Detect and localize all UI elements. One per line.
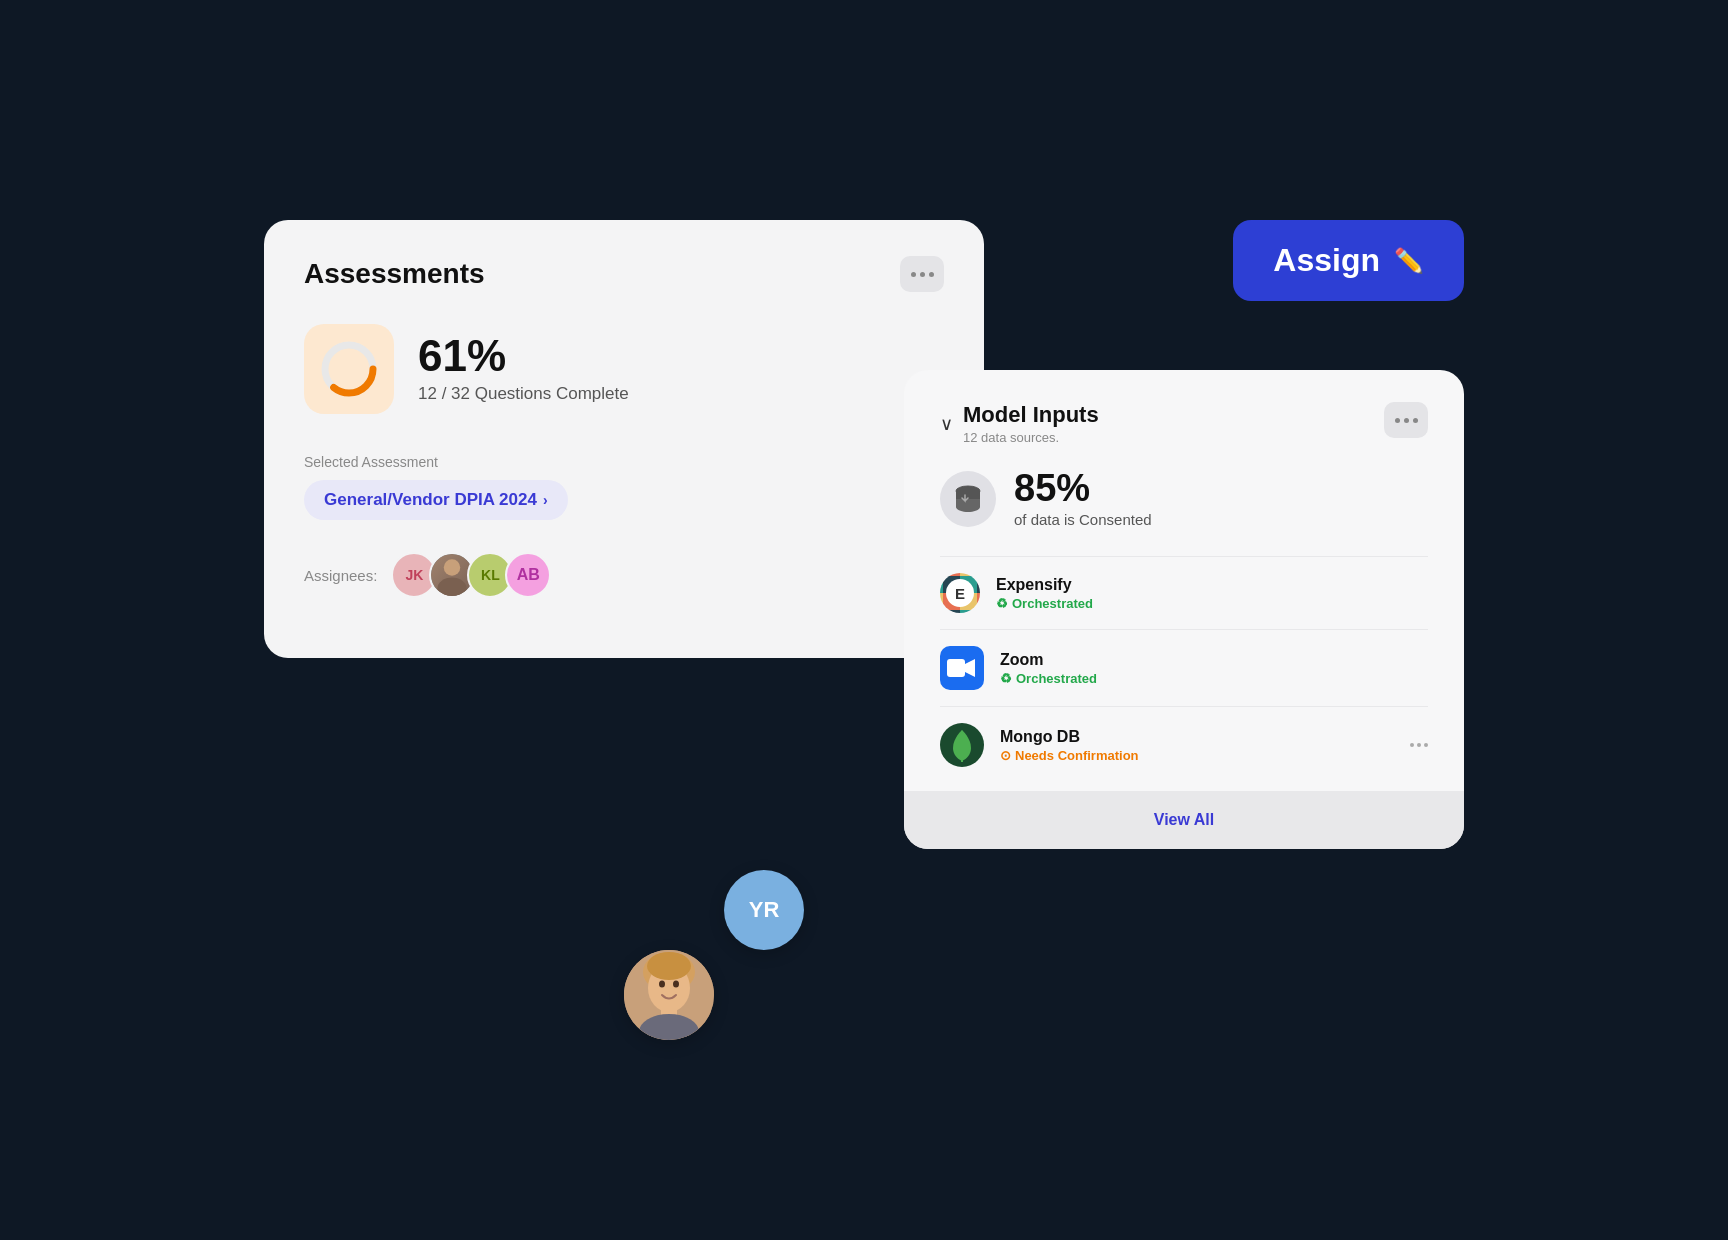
warning-icon: ⊙ bbox=[1000, 748, 1011, 763]
expensify-status: ♻ Orchestrated bbox=[996, 596, 1428, 611]
questions-complete: 12 / 32 Questions Complete bbox=[418, 384, 629, 404]
svg-point-3 bbox=[438, 578, 467, 596]
consent-percent: 85% bbox=[1014, 469, 1152, 507]
model-inputs-subtitle: 12 data sources. bbox=[963, 430, 1099, 445]
chevron-right-icon: › bbox=[543, 492, 548, 508]
view-all-button[interactable]: View All bbox=[904, 791, 1464, 849]
svg-rect-13 bbox=[947, 659, 965, 677]
recycle-icon: ♻ bbox=[996, 596, 1008, 611]
zoom-icon bbox=[940, 646, 984, 690]
db-icon-wrap bbox=[940, 471, 996, 527]
database-icon bbox=[952, 483, 984, 515]
zoom-camera-icon bbox=[947, 657, 977, 679]
progress-percent: 61% bbox=[418, 334, 629, 378]
avatar-ab: AB bbox=[505, 552, 551, 598]
data-source-list: E Expensify ♻ Orchestrated bbox=[940, 556, 1428, 783]
person-photo bbox=[624, 950, 714, 1040]
source-mongodb: Mongo DB ⊙ Needs Confirmation bbox=[940, 706, 1428, 783]
zoom-name: Zoom bbox=[1000, 651, 1428, 669]
svg-point-2 bbox=[444, 559, 460, 575]
assignees-label: Assignees: bbox=[304, 567, 377, 584]
assessment-badge[interactable]: General/Vendor DPIA 2024 › bbox=[304, 480, 568, 520]
assessments-menu-button[interactable] bbox=[900, 256, 944, 292]
assign-button[interactable]: Assign ✏️ bbox=[1233, 220, 1464, 301]
donut-chart bbox=[319, 339, 379, 399]
assessment-name: General/Vendor DPIA 2024 bbox=[324, 490, 537, 510]
mongodb-menu-button[interactable] bbox=[1410, 743, 1428, 747]
model-inputs-card: ∨ Model Inputs 12 data sources. bbox=[904, 370, 1464, 849]
assessments-title: Assessments bbox=[304, 258, 485, 290]
model-inputs-header: ∨ Model Inputs 12 data sources. bbox=[940, 402, 1428, 445]
avatar-photo-floating bbox=[624, 950, 714, 1040]
assessments-card: Assessments 61% 12 / 32 Questions Comple… bbox=[264, 220, 984, 658]
progress-section: 61% 12 / 32 Questions Complete bbox=[304, 324, 944, 414]
assign-label: Assign bbox=[1273, 242, 1380, 279]
expensify-name: Expensify bbox=[996, 576, 1428, 594]
mongodb-name: Mongo DB bbox=[1000, 728, 1394, 746]
pencil-icon: ✏️ bbox=[1394, 247, 1424, 275]
source-zoom: Zoom ♻ Orchestrated bbox=[940, 629, 1428, 706]
source-expensify: E Expensify ♻ Orchestrated bbox=[940, 556, 1428, 629]
model-inputs-menu-button[interactable] bbox=[1384, 402, 1428, 438]
svg-point-10 bbox=[673, 981, 679, 988]
recycle-icon-2: ♻ bbox=[1000, 671, 1012, 686]
avatar-yr: YR bbox=[724, 870, 804, 950]
assessments-card-header: Assessments bbox=[304, 256, 944, 292]
mongodb-icon bbox=[940, 723, 984, 767]
mongodb-status: ⊙ Needs Confirmation bbox=[1000, 748, 1394, 763]
chevron-down-icon: ∨ bbox=[940, 413, 953, 435]
zoom-status: ♻ Orchestrated bbox=[1000, 671, 1428, 686]
model-inputs-title: Model Inputs bbox=[963, 402, 1099, 428]
consent-label: of data is Consented bbox=[1014, 511, 1152, 528]
progress-text: 61% 12 / 32 Questions Complete bbox=[418, 334, 629, 404]
selected-label: Selected Assessment bbox=[304, 454, 944, 470]
progress-icon-wrap bbox=[304, 324, 394, 414]
svg-point-11 bbox=[647, 952, 691, 980]
svg-point-9 bbox=[659, 981, 665, 988]
assignees-section: Assignees: JK KL AB bbox=[304, 552, 944, 598]
expensify-icon: E bbox=[940, 573, 980, 613]
consent-section: 85% of data is Consented bbox=[940, 469, 1428, 528]
mongodb-leaf-icon bbox=[949, 728, 975, 762]
avatars-group: JK KL AB bbox=[391, 552, 551, 598]
